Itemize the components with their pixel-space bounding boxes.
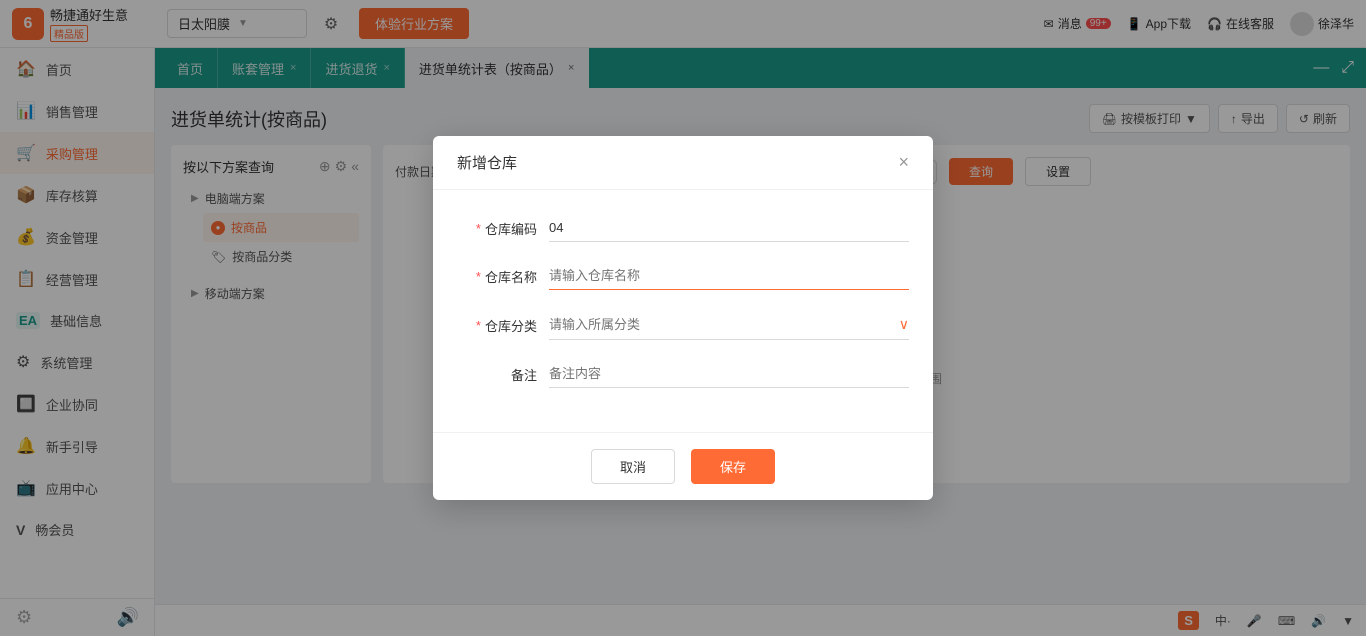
code-input[interactable] [549,214,909,242]
new-warehouse-modal: 新增仓库 × * 仓库编码 * 仓库名称 [433,136,933,500]
save-button[interactable]: 保存 [691,449,775,484]
name-label: * 仓库名称 [457,267,537,286]
modal-title: 新增仓库 [457,152,517,173]
modal-close-button[interactable]: × [898,152,909,173]
category-row: * 仓库分类 ∨ [457,310,909,340]
category-label: * 仓库分类 [457,316,537,335]
modal-footer: 取消 保存 [433,432,933,500]
category-select-row: ∨ [549,310,909,340]
remark-input[interactable] [549,360,909,388]
modal-body: * 仓库编码 * 仓库名称 * 仓库分类 [433,190,933,432]
cancel-button[interactable]: 取消 [591,449,675,484]
remark-row: 备注 [457,360,909,388]
code-row: * 仓库编码 [457,214,909,242]
modal-header: 新增仓库 × [433,136,933,190]
category-input[interactable] [549,317,899,332]
modal-overlay[interactable]: 新增仓库 × * 仓库编码 * 仓库名称 [0,0,1366,636]
name-input[interactable] [549,262,909,290]
remark-label: 备注 [457,365,537,384]
category-arrow-icon[interactable]: ∨ [899,316,909,333]
name-row: * 仓库名称 [457,262,909,290]
code-label: * 仓库编码 [457,219,537,238]
